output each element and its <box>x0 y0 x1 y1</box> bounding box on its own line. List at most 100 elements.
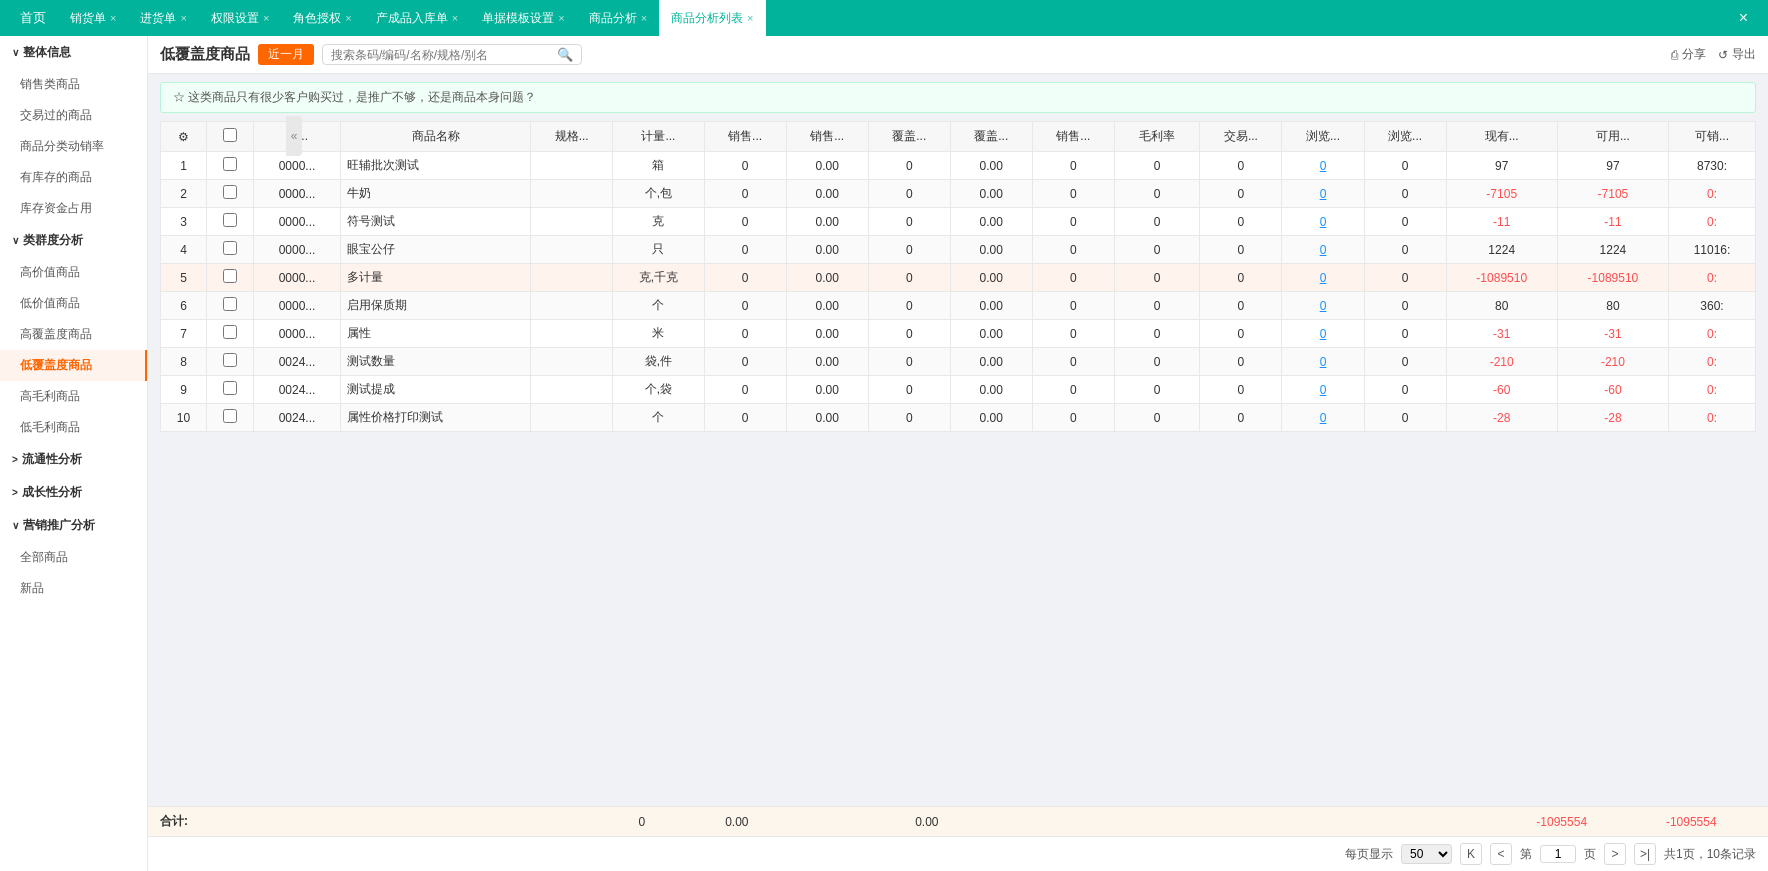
sidebar-section-marketing[interactable]: ∨ 营销推广分析 <box>0 509 147 542</box>
nav-template-settings[interactable]: 单据模板设置 × <box>470 0 576 36</box>
cell-b1[interactable]: 0 <box>1282 404 1364 432</box>
cell-checkbox[interactable] <box>207 264 254 292</box>
browse-link[interactable]: 0 <box>1320 355 1327 369</box>
cell-b1[interactable]: 0 <box>1282 208 1364 236</box>
cell-b1[interactable]: 0 <box>1282 180 1364 208</box>
close-purchase-order-icon[interactable]: × <box>180 12 186 24</box>
browse-link[interactable]: 0 <box>1320 411 1327 425</box>
browse-link[interactable]: 0 <box>1320 327 1327 341</box>
cell-b1[interactable]: 0 <box>1282 320 1364 348</box>
browse-link[interactable]: 0 <box>1320 159 1327 173</box>
nav-permissions[interactable]: 权限设置 × <box>199 0 281 36</box>
sidebar-item-low-coverage[interactable]: 低覆盖度商品 <box>0 350 147 381</box>
column-browse2[interactable]: 浏览... <box>1364 122 1446 152</box>
sidebar-item-all-goods[interactable]: 全部商品 <box>0 542 147 573</box>
cell-checkbox[interactable] <box>207 152 254 180</box>
cell-b1[interactable]: 0 <box>1282 236 1364 264</box>
period-button[interactable]: 近一月 <box>258 44 314 65</box>
close-product-analysis-list-icon[interactable]: × <box>747 12 753 24</box>
nav-product-analysis[interactable]: 商品分析 × <box>577 0 659 36</box>
sidebar-item-low-margin[interactable]: 低毛利商品 <box>0 412 147 443</box>
column-sales3[interactable]: 销售... <box>1032 122 1114 152</box>
browse-link[interactable]: 0 <box>1320 271 1327 285</box>
sidebar-item-stock-capital[interactable]: 库存资金占用 <box>0 193 147 224</box>
sidebar-item-high-value[interactable]: 高价值商品 <box>0 257 147 288</box>
column-saleable[interactable]: 可销... <box>1669 122 1756 152</box>
sidebar-item-high-coverage[interactable]: 高覆盖度商品 <box>0 319 147 350</box>
cell-b1[interactable]: 0 <box>1282 292 1364 320</box>
close-permissions-icon[interactable]: × <box>263 12 269 24</box>
window-close-button[interactable]: × <box>1727 9 1760 27</box>
browse-link[interactable]: 0 <box>1320 299 1327 313</box>
column-available[interactable]: 可用... <box>1557 122 1668 152</box>
sidebar-item-traded-goods[interactable]: 交易过的商品 <box>0 100 147 131</box>
browse-link[interactable]: 0 <box>1320 383 1327 397</box>
nav-finished-goods[interactable]: 产成品入库单 × <box>364 0 470 36</box>
sidebar-item-in-stock[interactable]: 有库存的商品 <box>0 162 147 193</box>
close-product-analysis-icon[interactable]: × <box>641 12 647 24</box>
cell-checkbox[interactable] <box>207 348 254 376</box>
cell-gr: 0 <box>1114 320 1200 348</box>
close-role-auth-icon[interactable]: × <box>345 12 351 24</box>
export-button[interactable]: ↺ 导出 <box>1718 46 1756 63</box>
nav-purchase-order[interactable]: 进货单 × <box>128 0 198 36</box>
cell-c2: 0.00 <box>950 152 1032 180</box>
sidebar-section-cluster[interactable]: ∨ 类群度分析 <box>0 224 147 257</box>
search-icon[interactable]: 🔍 <box>557 47 573 62</box>
cell-checkbox[interactable] <box>207 292 254 320</box>
browse-link[interactable]: 0 <box>1320 243 1327 257</box>
nav-sales-order[interactable]: 销货单 × <box>58 0 128 36</box>
cell-checkbox[interactable] <box>207 236 254 264</box>
column-spec[interactable]: 规格... <box>531 122 613 152</box>
browse-link[interactable]: 0 <box>1320 215 1327 229</box>
cell-checkbox[interactable] <box>207 404 254 432</box>
cell-b1[interactable]: 0 <box>1282 376 1364 404</box>
close-template-icon[interactable]: × <box>558 12 564 24</box>
sidebar-item-low-value[interactable]: 低价值商品 <box>0 288 147 319</box>
column-name[interactable]: 商品名称 <box>340 122 530 152</box>
cell-checkbox[interactable] <box>207 180 254 208</box>
cell-b1[interactable]: 0 <box>1282 152 1364 180</box>
next-page-button[interactable]: > <box>1604 843 1626 865</box>
close-finished-goods-icon[interactable]: × <box>452 12 458 24</box>
cell-b1[interactable]: 0 <box>1282 348 1364 376</box>
data-table-wrapper[interactable]: ⚙ 商... 商品名称 规格... 计量... 销售... 销售... 覆盖..… <box>148 121 1768 806</box>
cell-b1[interactable]: 0 <box>1282 264 1364 292</box>
column-checkbox[interactable] <box>207 122 254 152</box>
column-settings[interactable]: ⚙ <box>161 122 207 152</box>
prev-page-button[interactable]: < <box>1490 843 1512 865</box>
sidebar-section-overall[interactable]: ∨ 整体信息 <box>0 36 147 69</box>
column-sales2[interactable]: 销售... <box>786 122 868 152</box>
page-number-input[interactable] <box>1540 845 1576 863</box>
column-gross-rate[interactable]: 毛利率 <box>1114 122 1200 152</box>
nav-role-auth[interactable]: 角色授权 × <box>281 0 363 36</box>
column-sales1[interactable]: 销售... <box>704 122 786 152</box>
sidebar-section-growth[interactable]: > 成长性分析 <box>0 476 147 509</box>
sidebar-section-liquidity[interactable]: > 流通性分析 <box>0 443 147 476</box>
column-current[interactable]: 现有... <box>1446 122 1557 152</box>
cell-checkbox[interactable] <box>207 208 254 236</box>
cell-avail: -7105 <box>1557 180 1668 208</box>
column-unit[interactable]: 计量... <box>613 122 704 152</box>
last-page-button[interactable]: >| <box>1634 843 1656 865</box>
column-cover1[interactable]: 覆盖... <box>868 122 950 152</box>
column-trade[interactable]: 交易... <box>1200 122 1282 152</box>
first-page-button[interactable]: K <box>1460 843 1482 865</box>
sidebar-item-high-margin[interactable]: 高毛利商品 <box>0 381 147 412</box>
nav-product-analysis-list[interactable]: 商品分析列表 × <box>659 0 765 36</box>
nav-home[interactable]: 首页 <box>8 0 58 36</box>
sidebar-item-category-rate[interactable]: 商品分类动销率 <box>0 131 147 162</box>
sidebar-item-new-goods[interactable]: 新品 <box>0 573 147 604</box>
cell-checkbox[interactable] <box>207 320 254 348</box>
cell-checkbox[interactable] <box>207 376 254 404</box>
share-button[interactable]: ⎙ 分享 <box>1671 46 1706 63</box>
sidebar-collapse-button[interactable]: « <box>286 116 302 156</box>
column-browse1[interactable]: 浏览... <box>1282 122 1364 152</box>
column-cover2[interactable]: 覆盖... <box>950 122 1032 152</box>
page-size-select[interactable]: 50 100 200 <box>1401 844 1452 864</box>
search-input[interactable] <box>331 48 557 62</box>
browse-link[interactable]: 0 <box>1320 187 1327 201</box>
close-sales-order-icon[interactable]: × <box>110 12 116 24</box>
sidebar-item-sales-goods[interactable]: 销售类商品 <box>0 69 147 100</box>
cell-gr: 0 <box>1114 236 1200 264</box>
